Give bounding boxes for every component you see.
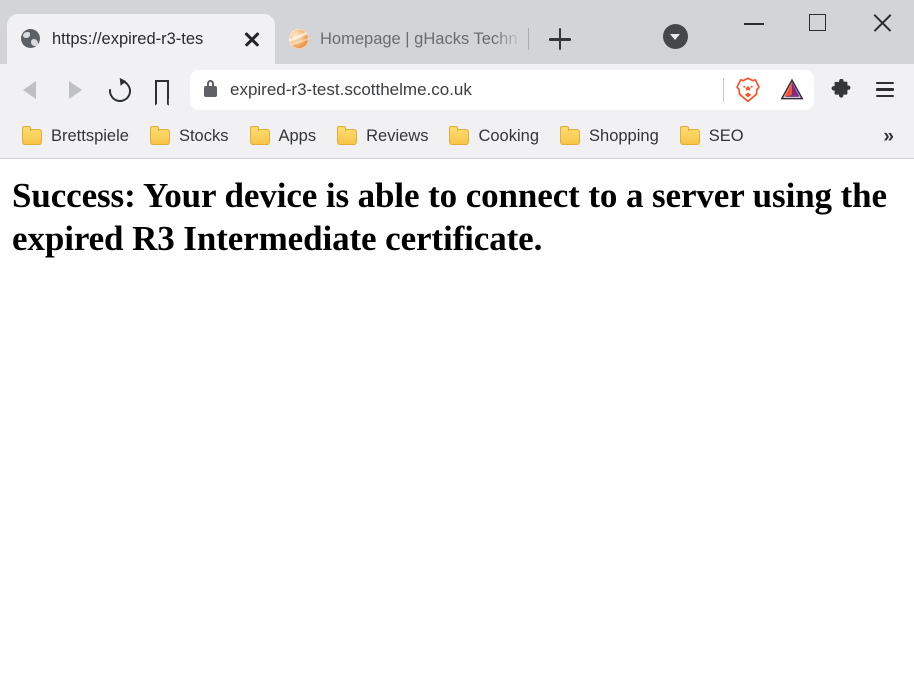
maximize-button[interactable] (786, 0, 850, 48)
bookmark-folder-brettspiele[interactable]: Brettspiele (14, 121, 137, 153)
bookmark-label: Brettspiele (51, 127, 129, 145)
bookmark-label: SEO (708, 127, 744, 145)
brave-shields-button[interactable] (726, 70, 770, 110)
browser-tab-inactive[interactable]: Homepage | gHacks Techn (275, 14, 529, 64)
forward-button[interactable] (52, 70, 96, 110)
reload-icon (104, 75, 136, 106)
omnibox-divider (723, 77, 724, 102)
browser-menu-button[interactable] (862, 70, 906, 110)
bookmark-folder-seo[interactable]: SEO (672, 121, 752, 153)
bookmark-folder-cooking[interactable]: Cooking (441, 121, 547, 153)
folder-icon (22, 125, 42, 145)
bookmark-folder-shopping[interactable]: Shopping (552, 121, 667, 153)
tab-strip: https://expired-r3-tes Homepage | gHacks… (0, 0, 914, 64)
folder-icon (149, 125, 170, 145)
bookmark-folder-reviews[interactable]: Reviews (329, 121, 436, 153)
folder-icon (449, 125, 470, 145)
tab-search-icon[interactable] (663, 24, 688, 49)
bookmark-button[interactable] (140, 70, 184, 110)
close-window-button[interactable] (850, 0, 914, 48)
new-tab-button[interactable] (539, 18, 581, 60)
bookmark-label: Shopping (589, 127, 659, 145)
minimize-button[interactable] (722, 0, 786, 48)
close-icon[interactable] (239, 26, 265, 52)
puzzle-piece-icon (831, 78, 851, 98)
url-text[interactable]: expired-r3-test.scotthelme.co.uk (230, 80, 723, 100)
browser-tab-active[interactable]: https://expired-r3-tes (7, 14, 275, 64)
bookmarks-bar: Brettspiele Stocks Apps Reviews Cooking … (0, 115, 914, 159)
tab-list: https://expired-r3-tes Homepage | gHacks… (0, 0, 581, 64)
arrow-right-icon (69, 80, 82, 99)
globe-icon (21, 29, 41, 49)
extensions-button[interactable] (818, 70, 862, 110)
lock-icon[interactable] (204, 79, 217, 97)
browser-toolbar: expired-r3-test.scotthelme.co.uk (0, 64, 914, 115)
arrow-left-icon (23, 80, 36, 99)
tab-title: Homepage | gHacks Techn (320, 29, 518, 48)
omnibox[interactable]: expired-r3-test.scotthelme.co.uk (190, 69, 814, 110)
bookmark-icon (155, 79, 169, 99)
page-heading: Success: Your device is able to connect … (12, 176, 887, 258)
bookmark-label: Apps (278, 127, 317, 145)
tab-title: https://expired-r3-tes (52, 29, 204, 48)
bookmark-label: Stocks (178, 127, 229, 145)
reload-button[interactable] (96, 70, 140, 110)
back-button[interactable] (8, 70, 52, 110)
page-content: Success: Your device is able to connect … (0, 159, 914, 686)
brave-lion-icon (736, 76, 760, 102)
bookmark-folder-apps[interactable]: Apps (242, 121, 325, 153)
folder-icon (337, 125, 358, 145)
folder-icon (560, 125, 581, 145)
bat-triangle-icon (780, 78, 804, 99)
hamburger-menu-icon (876, 81, 894, 98)
folder-icon (679, 125, 700, 145)
bookmark-label: Cooking (478, 127, 540, 145)
window-controls (722, 0, 914, 48)
bookmark-label: Reviews (366, 127, 429, 145)
bookmarks-overflow-icon[interactable]: » (873, 126, 904, 148)
brave-rewards-button[interactable] (770, 70, 814, 110)
ghacks-favicon (289, 29, 309, 49)
bookmark-folder-stocks[interactable]: Stocks (142, 121, 237, 153)
folder-icon (249, 125, 270, 145)
